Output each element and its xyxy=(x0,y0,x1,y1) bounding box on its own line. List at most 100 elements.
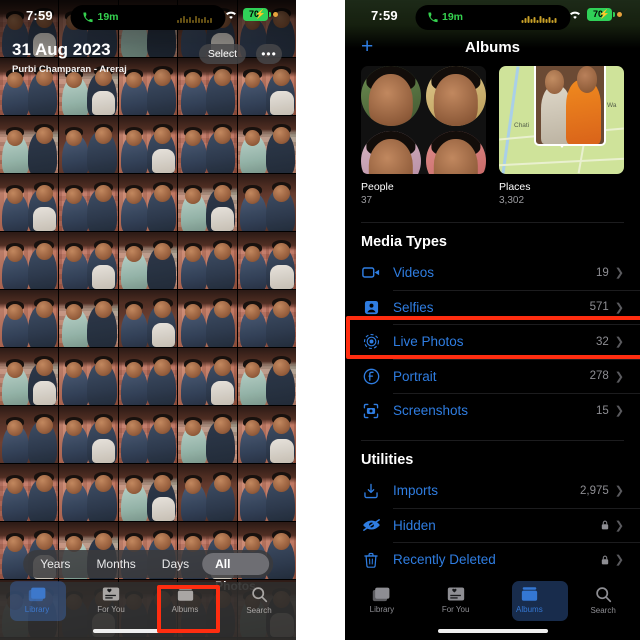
photo-thumbnail[interactable] xyxy=(118,174,178,231)
map-road-label: Wa xyxy=(606,101,617,109)
photo-thumbnail[interactable] xyxy=(178,232,237,289)
photo-thumbnail[interactable] xyxy=(178,290,237,347)
chevron-right-icon: ❯ xyxy=(614,554,624,567)
item-count: 278 xyxy=(589,370,609,383)
photo-thumbnail[interactable] xyxy=(0,464,59,521)
tab-library[interactable]: Library xyxy=(345,586,419,614)
photo-thumbnail[interactable] xyxy=(178,116,237,173)
chevron-right-icon: ❯ xyxy=(614,267,624,280)
selected-tab-highlight xyxy=(10,581,66,621)
audio-waveform-icon xyxy=(177,16,212,23)
photo-thumbnail[interactable] xyxy=(118,406,178,463)
segment-months[interactable]: Months xyxy=(83,553,148,575)
status-right-cluster: 70 ⚡ xyxy=(224,8,278,21)
list-item-portrait[interactable]: Portrait 278 ❯ xyxy=(345,360,640,394)
segment-all-photos[interactable]: All Photos xyxy=(202,553,269,593)
person-face-thumbnail[interactable] xyxy=(361,131,421,174)
selfie-person-icon xyxy=(361,300,381,315)
photo-thumbnail[interactable] xyxy=(237,290,296,347)
photo-thumbnail[interactable] xyxy=(237,464,296,521)
tab-for-you[interactable]: For You xyxy=(419,586,493,614)
item-label: Portrait xyxy=(393,368,437,384)
privacy-dot-icon xyxy=(273,12,278,17)
list-item-hidden[interactable]: Hidden ❯ xyxy=(345,509,640,543)
list-item-live-photos[interactable]: Live Photos 32 ❯ xyxy=(345,325,640,359)
photo-grid[interactable] xyxy=(0,0,296,640)
list-item-selfies[interactable]: Selfies 571 ❯ xyxy=(345,291,640,325)
select-button[interactable]: Select xyxy=(198,44,246,64)
photo-thumbnail[interactable] xyxy=(59,348,118,405)
photo-thumbnail[interactable] xyxy=(237,174,296,231)
timeline-segmented-control[interactable]: YearsMonthsDaysAll Photos xyxy=(23,550,273,593)
item-label: Selfies xyxy=(393,299,434,315)
person-face-thumbnail[interactable] xyxy=(426,131,486,174)
photo-thumbnail[interactable] xyxy=(0,290,59,347)
list-item-imports[interactable]: Imports 2,975 ❯ xyxy=(345,474,640,508)
person-face-thumbnail[interactable] xyxy=(426,66,486,126)
item-count: 2,975 xyxy=(580,484,609,497)
tab-search[interactable]: Search xyxy=(566,586,640,615)
photo-thumbnail[interactable] xyxy=(59,464,118,521)
tab-albums[interactable]: Albums xyxy=(148,586,222,614)
call-duration: 19m xyxy=(97,11,119,23)
more-options-button[interactable]: ••• xyxy=(256,44,282,64)
list-item-screenshots[interactable]: Screenshots 15 ❯ xyxy=(345,394,640,428)
photo-thumbnail[interactable] xyxy=(118,232,178,289)
photo-thumbnail[interactable] xyxy=(178,406,237,463)
photo-thumbnail[interactable] xyxy=(237,406,296,463)
places-count: 3,302 xyxy=(499,195,525,206)
media-types-list: Videos 19 ❯ Selfies 571 ❯ Live Photos 32 ❯ Portra… xyxy=(345,256,640,428)
add-album-button[interactable]: + xyxy=(361,36,373,57)
section-divider xyxy=(361,440,624,441)
photo-thumbnail[interactable] xyxy=(59,174,118,231)
photo-thumbnail[interactable] xyxy=(0,174,59,231)
item-label: Screenshots xyxy=(393,403,469,419)
wifi-icon xyxy=(570,11,580,20)
segment-years[interactable]: Years xyxy=(27,553,83,575)
albums-scroll-area[interactable]: People 37 Chati Wa Places 3,302 Media Ty… xyxy=(345,0,640,582)
bolt-icon: ⚡ xyxy=(598,8,610,19)
places-card[interactable]: Chati Wa Places 3,302 xyxy=(499,66,624,206)
segment-days[interactable]: Days xyxy=(149,553,202,575)
active-call-indicator[interactable]: 19m xyxy=(427,11,463,23)
photo-thumbnail[interactable] xyxy=(237,348,296,405)
screenshot-icon xyxy=(361,403,381,419)
active-call-indicator[interactable]: 19m xyxy=(83,11,119,23)
list-item-recently-deleted[interactable]: Recently Deleted ❯ xyxy=(345,543,640,577)
tab-search[interactable]: Search xyxy=(222,586,296,615)
for-you-card-icon xyxy=(447,587,464,601)
photo-thumbnail[interactable] xyxy=(0,232,59,289)
list-item-videos[interactable]: Videos 19 ❯ xyxy=(345,256,640,290)
item-count: 571 xyxy=(589,301,609,314)
photo-thumbnail[interactable] xyxy=(118,348,178,405)
person-face-thumbnail[interactable] xyxy=(361,66,421,126)
photo-thumbnail[interactable] xyxy=(59,290,118,347)
people-count: 37 xyxy=(361,195,373,206)
audio-waveform-icon xyxy=(521,16,556,23)
dynamic-island[interactable]: 19m xyxy=(415,5,570,30)
photo-thumbnail[interactable] xyxy=(0,116,59,173)
photo-thumbnail[interactable] xyxy=(59,232,118,289)
tab-label: Albums xyxy=(171,605,199,614)
photo-thumbnail[interactable] xyxy=(0,348,59,405)
photo-thumbnail[interactable] xyxy=(178,348,237,405)
photo-thumbnail[interactable] xyxy=(118,116,178,173)
status-time: 7:59 xyxy=(371,8,398,23)
photo-thumbnail[interactable] xyxy=(178,464,237,521)
photo-thumbnail[interactable] xyxy=(237,232,296,289)
photo-thumbnail[interactable] xyxy=(118,290,178,347)
photo-thumbnail[interactable] xyxy=(59,116,118,173)
people-card[interactable]: People 37 xyxy=(361,66,486,206)
photo-thumbnail[interactable] xyxy=(118,464,178,521)
people-places-cards: People 37 Chati Wa Places 3,302 xyxy=(345,66,640,206)
photo-thumbnail[interactable] xyxy=(59,406,118,463)
photo-thumbnail[interactable] xyxy=(0,406,59,463)
albums-icon xyxy=(177,587,193,601)
import-download-icon xyxy=(361,483,381,499)
tab-label: Search xyxy=(590,606,616,615)
photo-thumbnail[interactable] xyxy=(178,174,237,231)
tab-for-you[interactable]: For You xyxy=(74,586,148,614)
home-indicator xyxy=(437,629,548,633)
photo-thumbnail[interactable] xyxy=(237,116,296,173)
dynamic-island[interactable]: 19m xyxy=(70,5,226,30)
